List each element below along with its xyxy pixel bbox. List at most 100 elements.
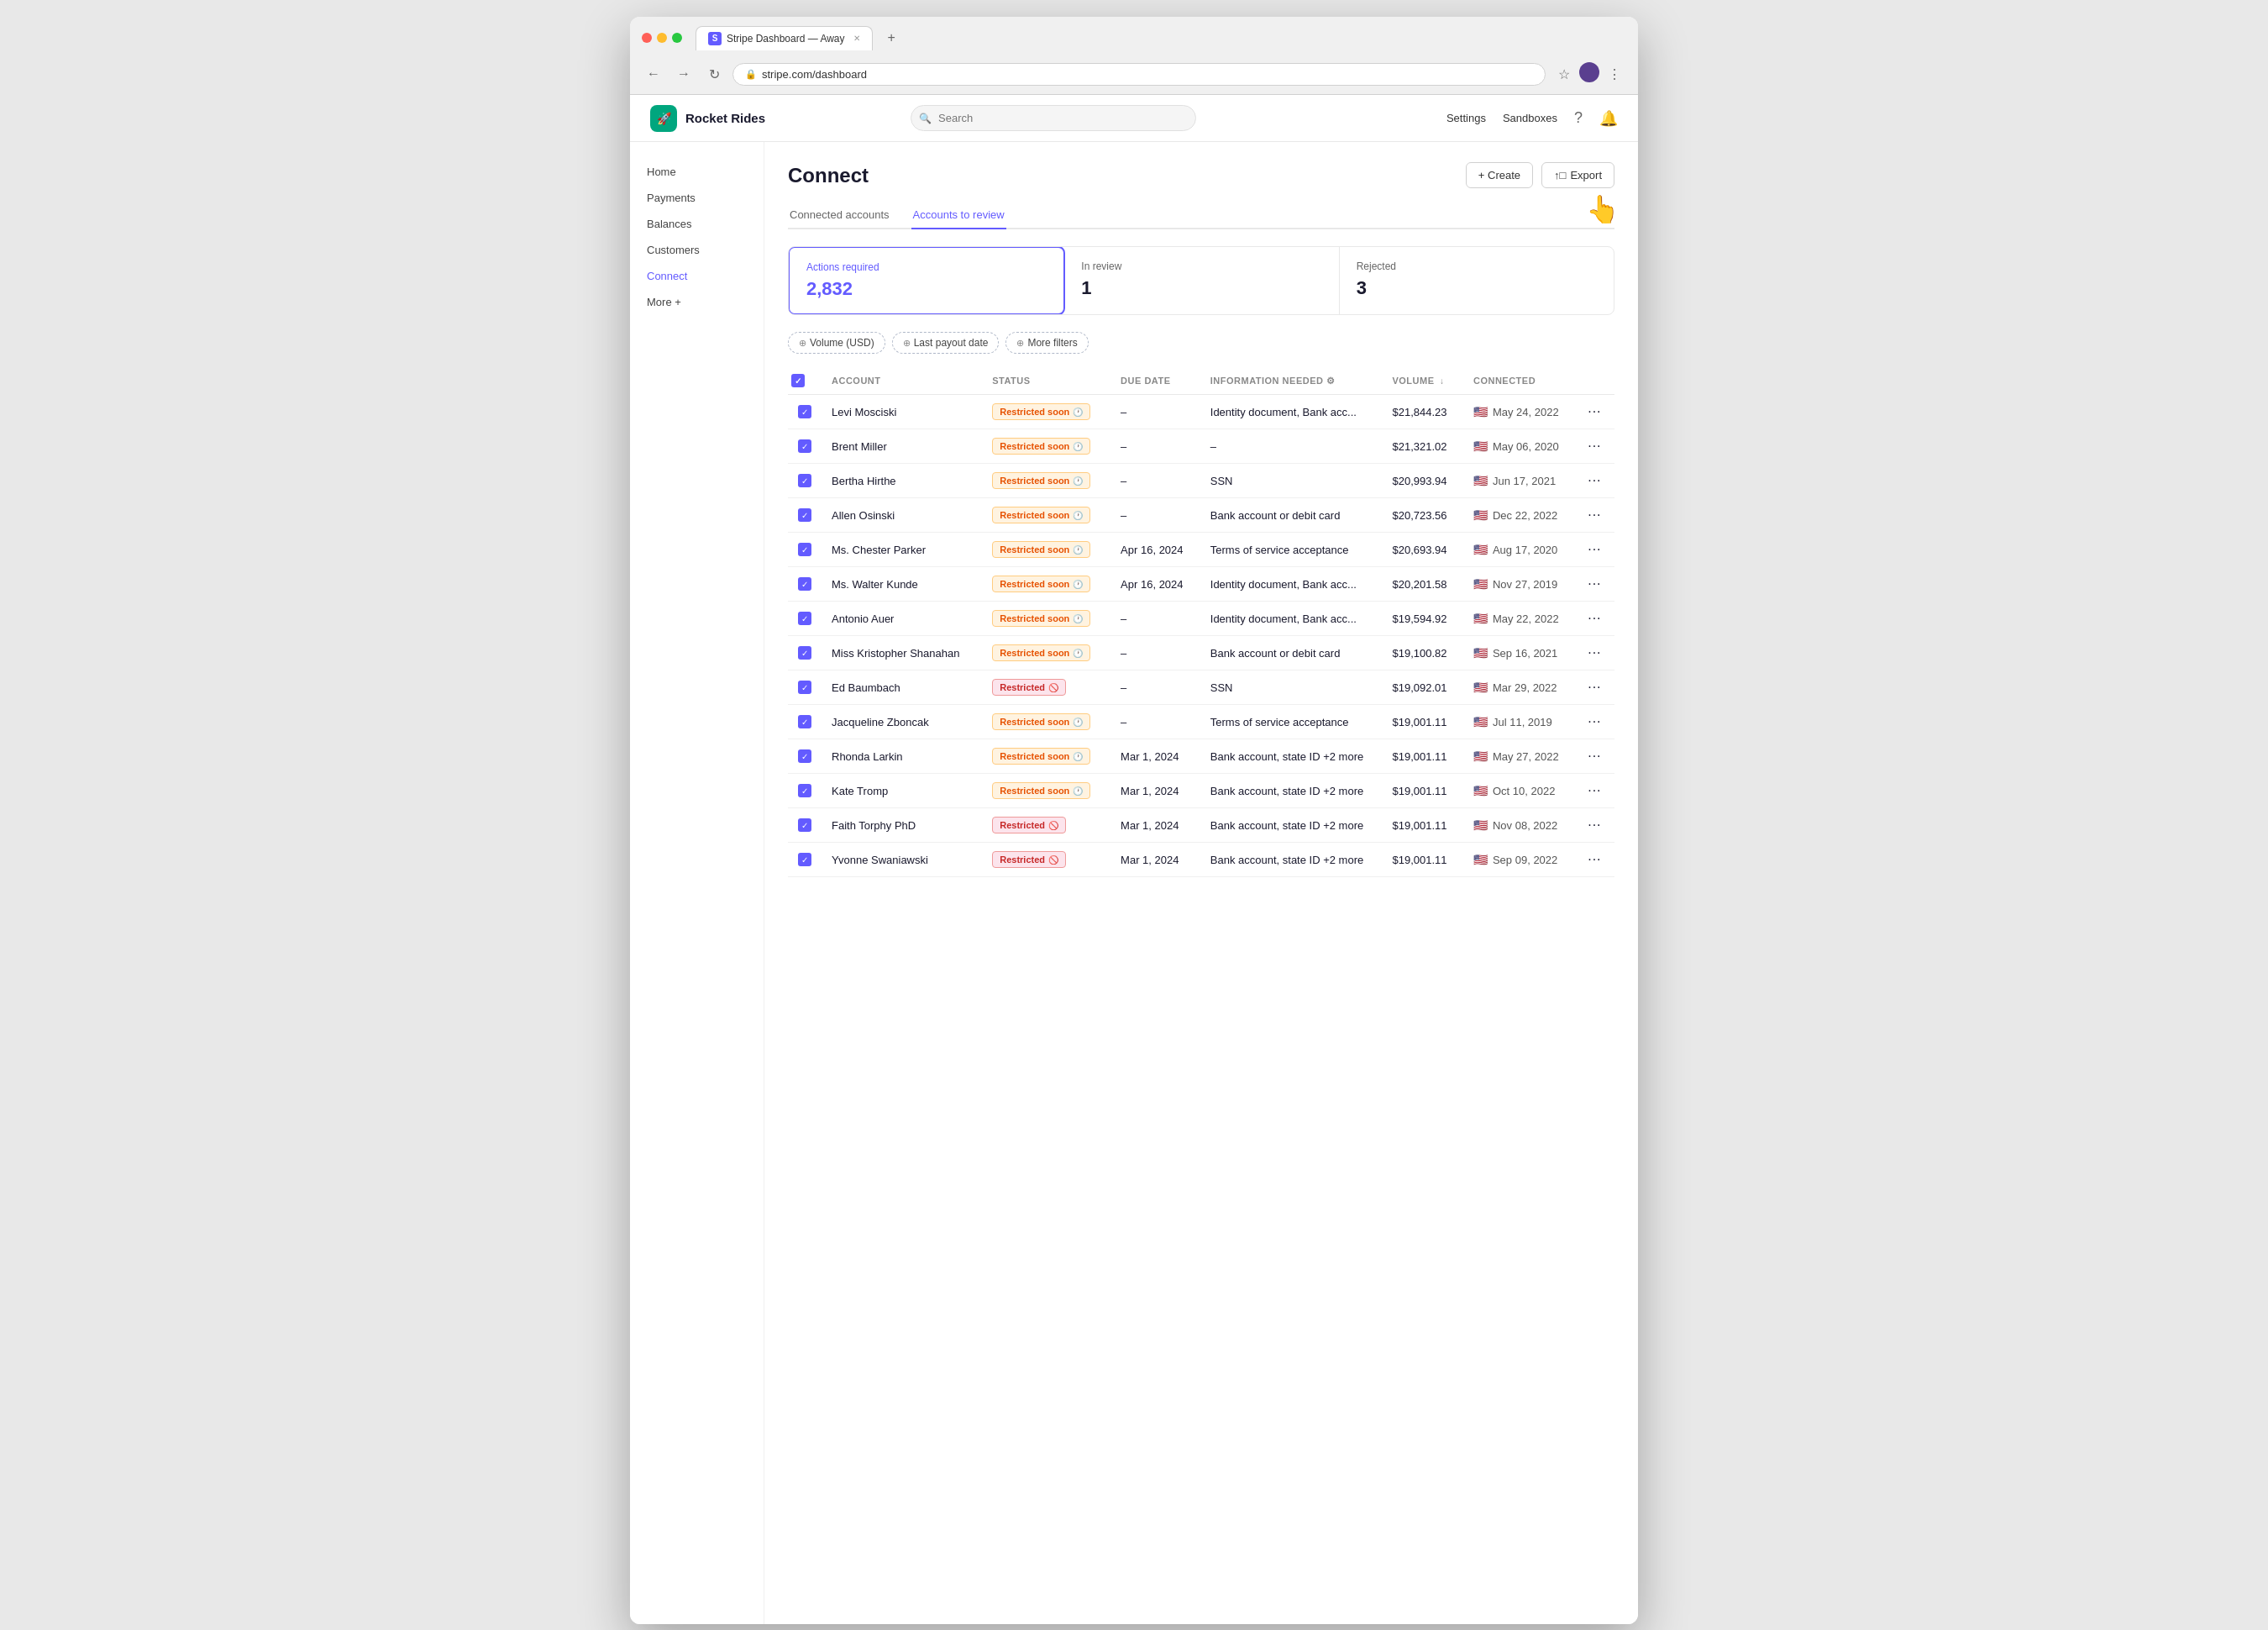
sidebar-item-more[interactable]: More + bbox=[630, 289, 764, 315]
row-checkbox[interactable]: ✓ bbox=[798, 405, 811, 418]
row-actions-button[interactable]: ··· bbox=[1578, 705, 1614, 739]
row-checkbox-cell[interactable]: ✓ bbox=[788, 774, 822, 808]
filter-more[interactable]: ⊕ More filters bbox=[1005, 332, 1088, 354]
status-icon: 🚫 bbox=[1048, 821, 1058, 830]
row-actions-button[interactable]: ··· bbox=[1578, 670, 1614, 705]
row-status: Restricted soon 🕐 bbox=[982, 498, 1110, 533]
select-all-header[interactable]: ✓ bbox=[788, 367, 822, 395]
create-button[interactable]: + Create bbox=[1466, 162, 1533, 188]
export-button[interactable]: ↑□ Export bbox=[1541, 162, 1614, 188]
row-checkbox-cell[interactable]: ✓ bbox=[788, 429, 822, 464]
tab-accounts-to-review[interactable]: Accounts to review bbox=[911, 202, 1006, 229]
row-checkbox[interactable]: ✓ bbox=[798, 474, 811, 487]
row-status: Restricted soon 🕐 bbox=[982, 395, 1110, 429]
row-checkbox[interactable]: ✓ bbox=[798, 646, 811, 660]
row-checkbox-cell[interactable]: ✓ bbox=[788, 705, 822, 739]
row-checkbox-cell[interactable]: ✓ bbox=[788, 808, 822, 843]
row-actions-button[interactable]: ··· bbox=[1578, 774, 1614, 808]
settings-link[interactable]: Settings bbox=[1446, 112, 1486, 124]
bookmark-button[interactable]: ☆ bbox=[1552, 62, 1576, 86]
company-name: Rocket Rides bbox=[685, 111, 765, 125]
row-checkbox[interactable]: ✓ bbox=[798, 508, 811, 522]
row-checkbox-cell[interactable]: ✓ bbox=[788, 602, 822, 636]
row-checkbox[interactable]: ✓ bbox=[798, 577, 811, 591]
row-actions-button[interactable]: ··· bbox=[1578, 843, 1614, 877]
row-actions-button[interactable]: ··· bbox=[1578, 395, 1614, 429]
tab-connected-accounts[interactable]: Connected accounts bbox=[788, 202, 891, 229]
row-checkbox[interactable]: ✓ bbox=[798, 818, 811, 832]
row-checkbox-cell[interactable]: ✓ bbox=[788, 670, 822, 705]
stat-card-rejected[interactable]: Rejected 3 bbox=[1340, 247, 1614, 314]
reload-button[interactable]: ↻ bbox=[702, 62, 726, 86]
row-account-name: Bertha Hirthe bbox=[822, 464, 982, 498]
stat-card-in-review[interactable]: In review 1 bbox=[1064, 247, 1339, 314]
new-tab-button[interactable]: + bbox=[879, 25, 904, 50]
status-icon: 🕐 bbox=[1073, 408, 1083, 417]
row-account-name: Yvonne Swaniawski bbox=[822, 843, 982, 877]
lock-icon: 🔒 bbox=[745, 69, 757, 80]
row-checkbox-cell[interactable]: ✓ bbox=[788, 395, 822, 429]
filter-payout-date[interactable]: ⊕ Last payout date bbox=[892, 332, 1000, 354]
info-settings-icon[interactable]: ⚙ bbox=[1326, 376, 1336, 386]
maximize-traffic-light[interactable] bbox=[672, 33, 682, 43]
row-actions-button[interactable]: ··· bbox=[1578, 808, 1614, 843]
col-header-info-needed[interactable]: INFORMATION NEEDED ⚙ bbox=[1200, 367, 1383, 395]
help-button[interactable]: ? bbox=[1574, 109, 1583, 127]
sidebar-item-balances[interactable]: Balances bbox=[630, 211, 764, 237]
row-checkbox[interactable]: ✓ bbox=[798, 853, 811, 866]
row-checkbox-cell[interactable]: ✓ bbox=[788, 464, 822, 498]
row-info-needed: SSN bbox=[1200, 464, 1383, 498]
row-volume: $21,844.23 bbox=[1382, 395, 1463, 429]
row-checkbox[interactable]: ✓ bbox=[798, 715, 811, 728]
browser-tab[interactable]: S Stripe Dashboard — Away ✕ bbox=[696, 26, 873, 50]
table-row: ✓ Brent Miller Restricted soon 🕐 – – $21… bbox=[788, 429, 1614, 464]
sidebar-item-home[interactable]: Home bbox=[630, 159, 764, 185]
profile-avatar[interactable] bbox=[1579, 62, 1599, 82]
status-badge: Restricted 🚫 bbox=[992, 851, 1066, 868]
tab-close-button[interactable]: ✕ bbox=[853, 34, 860, 43]
address-bar[interactable]: 🔒 stripe.com/dashboard bbox=[732, 63, 1546, 86]
row-actions-button[interactable]: ··· bbox=[1578, 464, 1614, 498]
row-checkbox[interactable]: ✓ bbox=[798, 612, 811, 625]
row-actions-button[interactable]: ··· bbox=[1578, 602, 1614, 636]
table-row: ✓ Bertha Hirthe Restricted soon 🕐 – SSN … bbox=[788, 464, 1614, 498]
row-checkbox-cell[interactable]: ✓ bbox=[788, 843, 822, 877]
row-actions-button[interactable]: ··· bbox=[1578, 567, 1614, 602]
col-header-volume[interactable]: VOLUME ↓ bbox=[1382, 367, 1463, 395]
row-actions-button[interactable]: ··· bbox=[1578, 636, 1614, 670]
menu-button[interactable]: ⋮ bbox=[1603, 62, 1626, 86]
row-checkbox[interactable]: ✓ bbox=[798, 784, 811, 797]
table-row: ✓ Ed Baumbach Restricted 🚫 – SSN $19,092… bbox=[788, 670, 1614, 705]
row-checkbox[interactable]: ✓ bbox=[798, 681, 811, 694]
back-button[interactable]: ← bbox=[642, 62, 665, 86]
row-checkbox-cell[interactable]: ✓ bbox=[788, 636, 822, 670]
forward-button[interactable]: → bbox=[672, 62, 696, 86]
sidebar-item-customers[interactable]: Customers bbox=[630, 237, 764, 263]
minimize-traffic-light[interactable] bbox=[657, 33, 667, 43]
row-actions-button[interactable]: ··· bbox=[1578, 498, 1614, 533]
stat-card-actions-required[interactable]: Actions required 2,832 bbox=[788, 246, 1065, 315]
sidebar-item-payments[interactable]: Payments bbox=[630, 185, 764, 211]
row-checkbox[interactable]: ✓ bbox=[798, 749, 811, 763]
sidebar-item-connect[interactable]: Connect bbox=[630, 263, 764, 289]
row-checkbox-cell[interactable]: ✓ bbox=[788, 739, 822, 774]
row-checkbox[interactable]: ✓ bbox=[798, 543, 811, 556]
row-checkbox-cell[interactable]: ✓ bbox=[788, 498, 822, 533]
row-volume: $19,594.92 bbox=[1382, 602, 1463, 636]
row-actions-button[interactable]: ··· bbox=[1578, 429, 1614, 464]
status-icon: 🕐 bbox=[1073, 614, 1083, 623]
row-actions-button[interactable]: ··· bbox=[1578, 739, 1614, 774]
filter-volume[interactable]: ⊕ Volume (USD) bbox=[788, 332, 885, 354]
notifications-button[interactable]: 🔔 bbox=[1599, 109, 1618, 128]
row-volume: $19,001.11 bbox=[1382, 705, 1463, 739]
row-actions-button[interactable]: ··· bbox=[1578, 533, 1614, 567]
row-checkbox-cell[interactable]: ✓ bbox=[788, 567, 822, 602]
search-input[interactable] bbox=[911, 105, 1196, 131]
row-checkbox-cell[interactable]: ✓ bbox=[788, 533, 822, 567]
volume-sort-icon[interactable]: ↓ bbox=[1440, 376, 1445, 386]
sandboxes-link[interactable]: Sandboxes bbox=[1503, 112, 1557, 124]
select-all-checkbox[interactable]: ✓ bbox=[791, 374, 805, 387]
table-header-row: ✓ ACCOUNT STATUS DUE DATE bbox=[788, 367, 1614, 395]
close-traffic-light[interactable] bbox=[642, 33, 652, 43]
row-checkbox[interactable]: ✓ bbox=[798, 439, 811, 453]
